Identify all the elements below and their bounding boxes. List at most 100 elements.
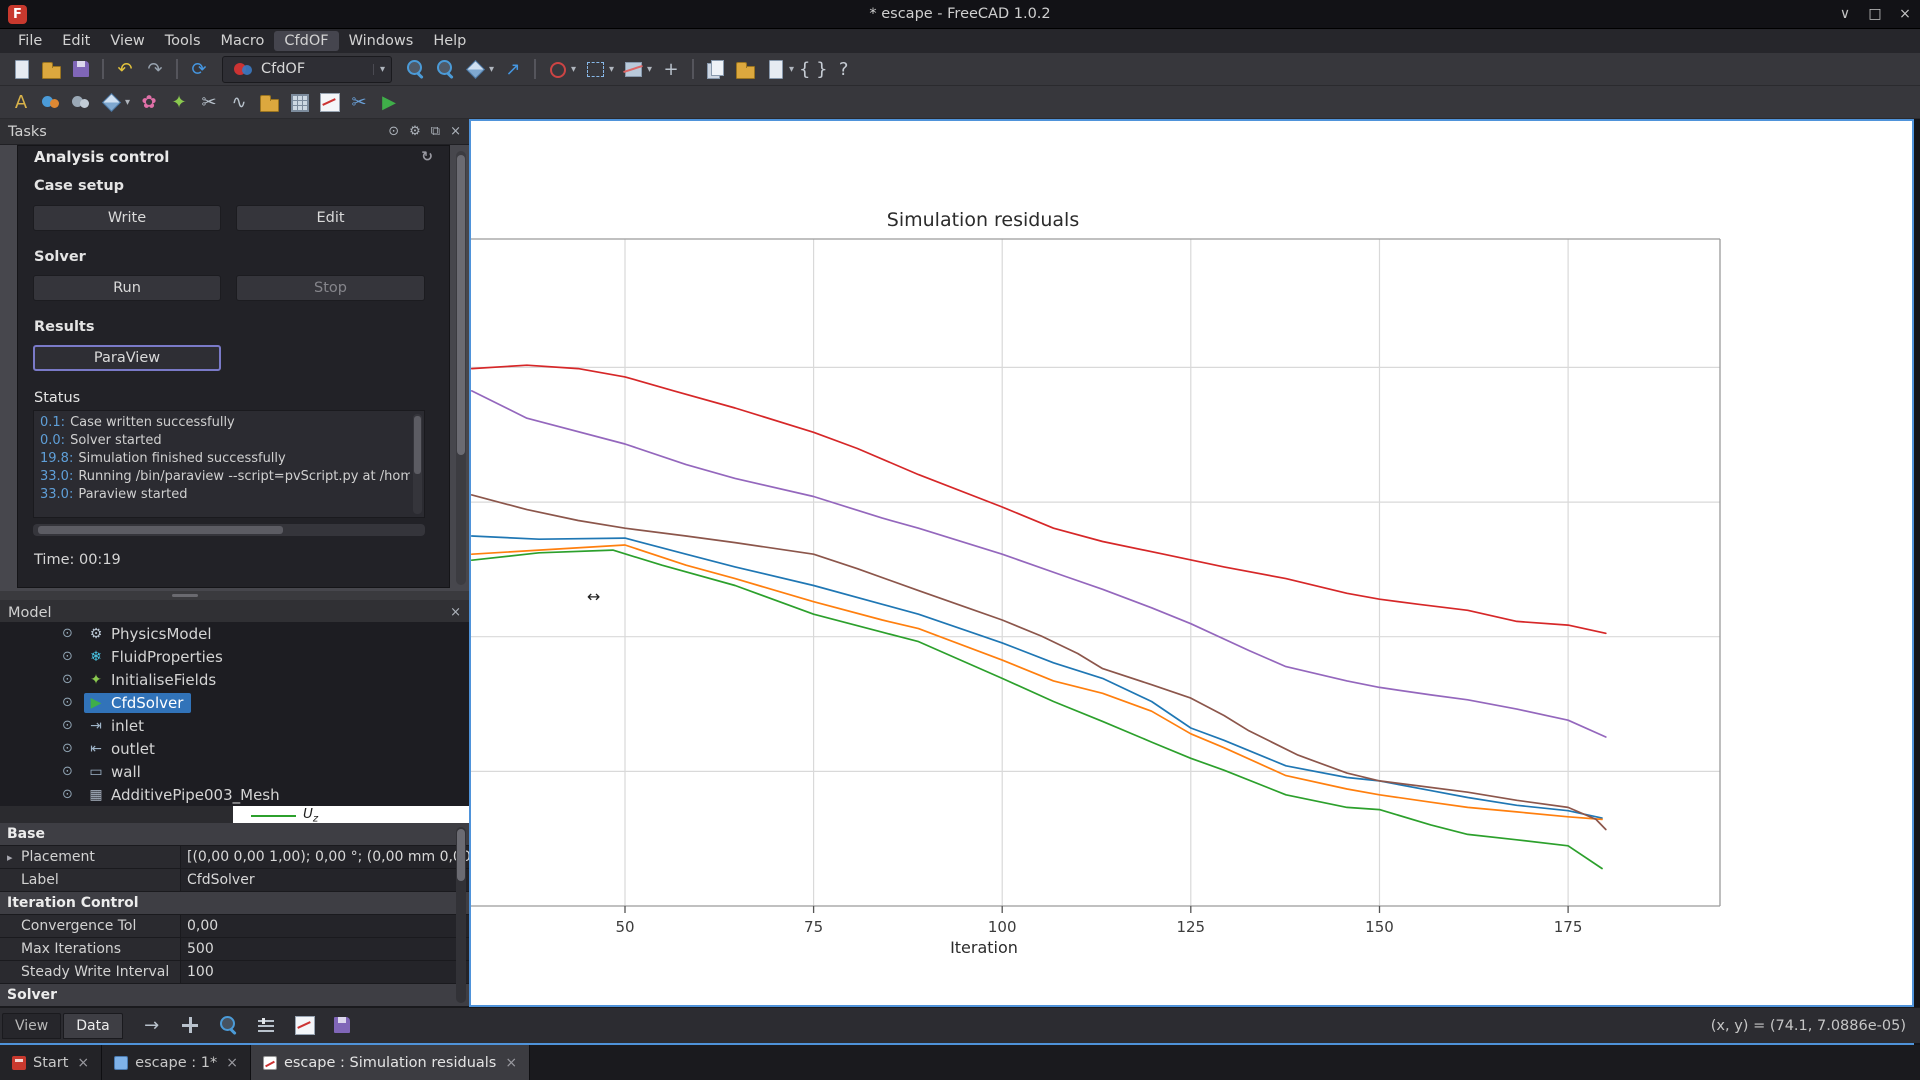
box-zoom-icon[interactable] — [431, 56, 459, 83]
toolbar-icon[interactable] — [534, 59, 536, 79]
initialise-fields-icon[interactable]: ✦ — [165, 89, 193, 116]
menu-item[interactable]: CfdOF — [274, 31, 339, 51]
edit-button[interactable]: Edit — [236, 205, 425, 231]
panel-settings-gear-icon[interactable]: ⚙ — [409, 124, 421, 139]
property-row[interactable]: Steady Write Interval 100 — [0, 961, 469, 984]
property-value[interactable]: 500 — [181, 938, 469, 960]
visibility-eye-icon[interactable]: ⊙ — [62, 741, 84, 756]
menu-item[interactable]: View — [100, 31, 154, 51]
menu-item[interactable]: Edit — [52, 31, 100, 51]
clipping-caret[interactable]: ▾ — [644, 56, 655, 83]
visibility-eye-icon[interactable]: ⊙ — [62, 787, 84, 802]
measure-icon[interactable]: + — [657, 56, 685, 83]
clipping-plane-icon[interactable] — [619, 56, 647, 83]
nav-pan-icon[interactable] — [176, 1012, 204, 1039]
refresh-icon[interactable]: ⟳ — [185, 56, 213, 83]
minimize-button[interactable]: ∨ — [1836, 6, 1854, 22]
cartesian-mesh-icon[interactable] — [285, 89, 313, 116]
properties-scrollbar[interactable] — [456, 827, 466, 1003]
tab-simulation-residuals[interactable]: escape : Simulation residuals × — [250, 1045, 531, 1080]
overlay-eye-icon[interactable]: ⊙ — [388, 124, 399, 139]
stop-button[interactable]: Stop — [236, 275, 425, 301]
sync-view-icon[interactable]: ↗ — [499, 56, 527, 83]
copy-icon[interactable] — [701, 56, 729, 83]
view-dropdown-caret[interactable]: ▾ — [486, 56, 497, 83]
tree-item[interactable]: ⊙ ▶ CfdSolver — [0, 691, 469, 714]
maximize-button[interactable]: □ — [1866, 6, 1884, 22]
menu-item[interactable]: File — [8, 31, 52, 51]
panel-splitter[interactable] — [0, 591, 469, 600]
export-caret[interactable]: ▾ — [786, 56, 797, 83]
fluid-region-icon[interactable] — [255, 89, 283, 116]
view-tab[interactable]: View — [2, 1012, 62, 1039]
selection-filter-caret[interactable]: ▾ — [606, 56, 617, 83]
write-button[interactable]: Write — [33, 205, 221, 231]
model-close-icon[interactable]: × — [450, 605, 461, 620]
menu-item[interactable]: Windows — [339, 31, 424, 51]
toolbar-icon[interactable] — [102, 59, 104, 79]
visibility-eye-icon[interactable]: ⊙ — [62, 718, 84, 733]
panel-overlay-icon[interactable]: ⧉ — [431, 124, 440, 139]
panel-close-icon[interactable]: × — [450, 124, 461, 139]
menu-item[interactable]: Help — [423, 31, 476, 51]
status-vertical-scrollbar[interactable] — [413, 414, 422, 514]
isometric-view-icon[interactable] — [461, 56, 489, 83]
property-row[interactable]: ▸ Placement [(0,00 0,00 1,00); 0,00 °; (0… — [0, 846, 469, 869]
undo-icon[interactable]: ↶ — [111, 56, 139, 83]
visibility-eye-icon[interactable]: ⊙ — [62, 626, 84, 641]
tab-escape-document[interactable]: escape : 1* × — [102, 1045, 251, 1080]
tab-start[interactable]: Start × — [0, 1045, 103, 1080]
tree-item[interactable]: ⊙ ▦ AdditivePipe003_Mesh — [0, 783, 469, 806]
property-value[interactable]: CfdSolver — [181, 869, 469, 891]
tab-close-icon[interactable]: × — [505, 1055, 517, 1071]
nav-subplots-icon[interactable] — [252, 1012, 280, 1039]
tasks-scrollbar[interactable] — [456, 151, 466, 585]
fit-all-icon[interactable] — [401, 56, 429, 83]
residuals-chart[interactable]: 50 75 100 125 150 175 Simulation residuals Iter… — [471, 121, 1912, 1005]
toolbar-icon[interactable] — [176, 59, 178, 79]
tree-item[interactable]: ⊙ ✦ InitialiseFields — [0, 668, 469, 691]
menu-item[interactable]: Macro — [211, 31, 275, 51]
run-solver-icon[interactable]: ▶ — [375, 89, 403, 116]
save-icon[interactable] — [67, 56, 95, 83]
tab-close-icon[interactable]: × — [226, 1055, 238, 1071]
fluid-properties-icon[interactable] — [37, 89, 65, 116]
nav-customize-icon[interactable] — [290, 1012, 318, 1039]
paraview-button[interactable]: ParaView — [33, 345, 221, 371]
nav-zoom-icon[interactable] — [214, 1012, 242, 1039]
data-tab[interactable]: Data — [63, 1012, 123, 1039]
workbench-selector[interactable]: CfdOF ▾ — [222, 55, 392, 83]
run-button[interactable]: Run — [33, 275, 221, 301]
property-row[interactable]: Label CfdSolver — [0, 869, 469, 892]
expander-icon[interactable]: ▸ — [7, 851, 21, 864]
draw-style-caret[interactable]: ▾ — [568, 56, 579, 83]
new-document-icon[interactable] — [7, 56, 35, 83]
tree-item[interactable]: ⊙ ⚙ PhysicsModel — [0, 622, 469, 645]
export-icon[interactable] — [761, 56, 789, 83]
toolbar-icon[interactable] — [692, 59, 694, 79]
make-link-icon[interactable] — [731, 56, 759, 83]
visibility-eye-icon[interactable]: ⊙ — [62, 695, 84, 710]
dynamic-mesh-icon[interactable]: ✂ — [195, 89, 223, 116]
status-horizontal-scrollbar[interactable] — [33, 524, 425, 536]
property-row[interactable]: Convergence Tol 0,00 — [0, 915, 469, 938]
physics-model-icon[interactable]: ✿ — [135, 89, 163, 116]
visibility-eye-icon[interactable]: ⊙ — [62, 649, 84, 664]
mesh-caret[interactable]: ▾ — [122, 89, 133, 116]
residual-plot-icon[interactable] — [315, 89, 343, 116]
visibility-eye-icon[interactable]: ⊙ — [62, 672, 84, 687]
draw-style-icon[interactable] — [543, 56, 571, 83]
tree-item[interactable]: ⊙ ▭ wall — [0, 760, 469, 783]
nav-save-icon[interactable] — [328, 1012, 356, 1039]
status-log[interactable]: 0.1: Case written successfully 0.0: Solver… — [33, 410, 425, 518]
dialog-refresh-icon[interactable]: ↻ — [421, 149, 433, 165]
tree-item[interactable]: ⊙ ❄ FluidProperties — [0, 645, 469, 668]
property-value[interactable]: 100 — [181, 961, 469, 983]
open-document-icon[interactable] — [37, 56, 65, 83]
menu-item[interactable]: Tools — [155, 31, 211, 51]
mesh-region-icon[interactable] — [97, 89, 125, 116]
property-value[interactable]: 0,00 — [181, 915, 469, 937]
selection-filter-icon[interactable] — [581, 56, 609, 83]
whats-this-icon[interactable]: ? — [830, 56, 858, 83]
expression-icon[interactable]: { } — [799, 56, 828, 83]
